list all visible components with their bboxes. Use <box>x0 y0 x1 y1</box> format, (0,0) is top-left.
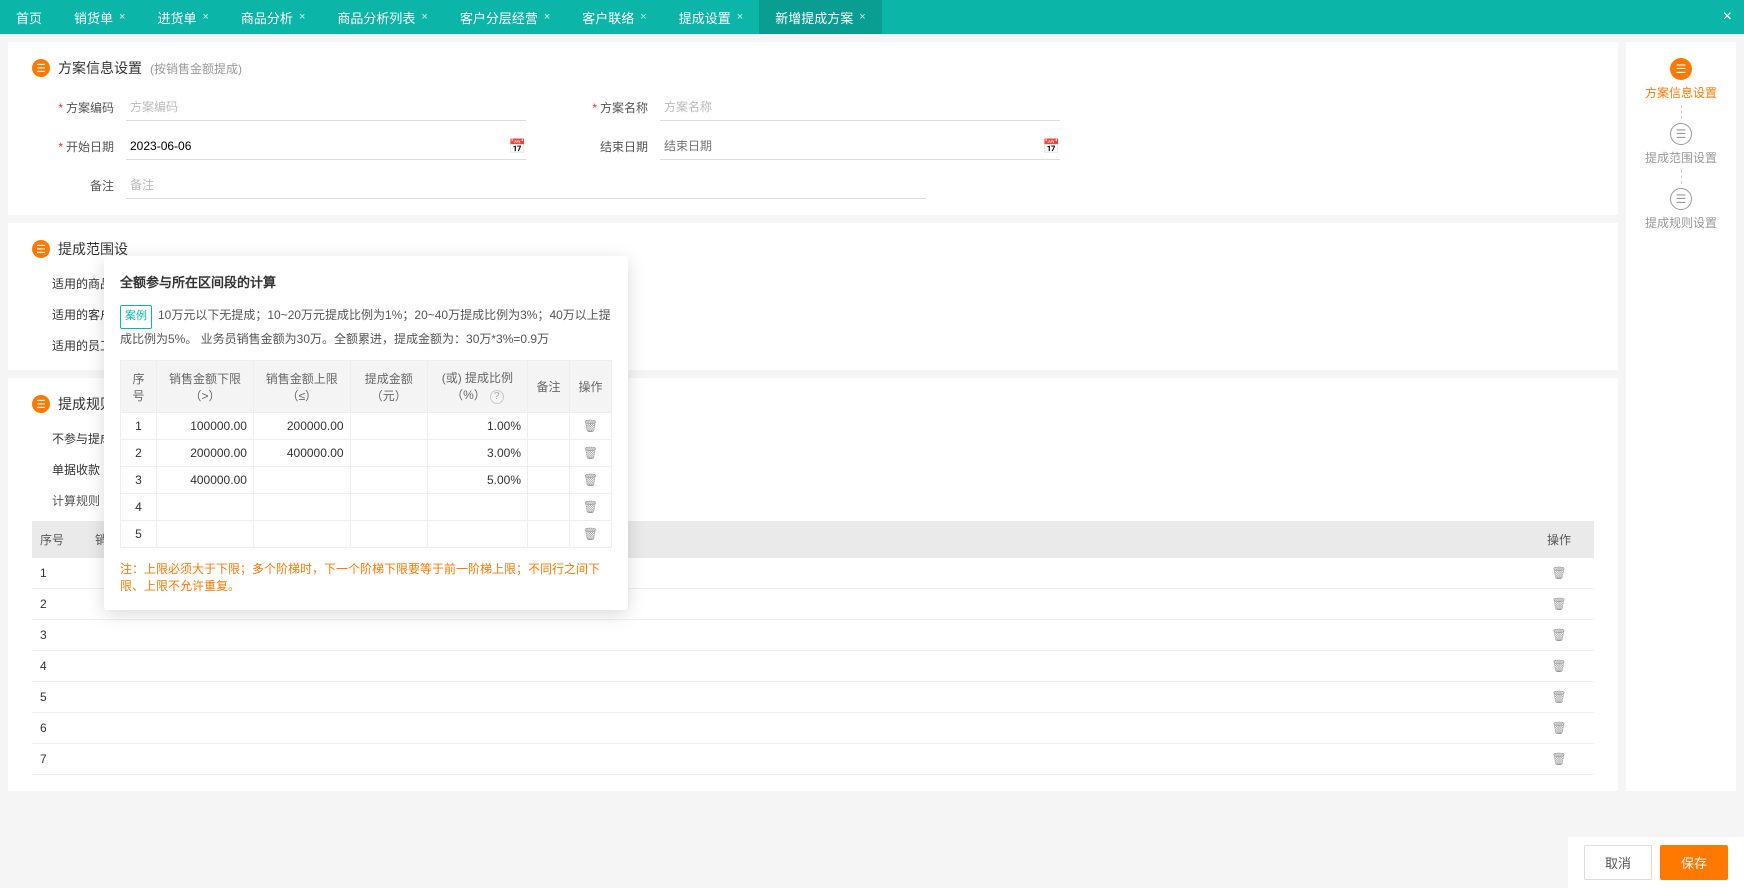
table-row: 4🗑 <box>121 493 612 520</box>
info-icon: ? <box>490 390 504 404</box>
input-end-date[interactable] <box>660 133 1043 159</box>
table-row: 2200000.00400000.003.00%🗑 <box>121 439 612 466</box>
save-button[interactable]: 保存 <box>1660 845 1728 880</box>
tab-home[interactable]: 首页 <box>0 0 58 34</box>
top-tab-bar: 首页 销货单× 进货单× 商品分析× 商品分析列表× 客户分层经营× 客户联络×… <box>0 0 1744 34</box>
delete-icon[interactable]: 🗑 <box>1551 690 1566 704</box>
label-remark: 备注 <box>52 177 114 194</box>
close-icon[interactable]: × <box>737 11 743 23</box>
calendar-icon[interactable]: 📅 <box>1043 138 1060 155</box>
col-remark: 备注 <box>527 521 1524 558</box>
close-icon[interactable]: × <box>299 11 305 23</box>
table-row: 1100000.00200000.001.00%🗑 <box>121 412 612 439</box>
tab-purchase[interactable]: 进货单× <box>141 0 224 34</box>
nav-step-info[interactable]: ☰ 方案信息设置 <box>1645 58 1717 101</box>
table-row[interactable]: 3🗑 <box>32 620 1594 651</box>
tab-product-analysis[interactable]: 商品分析× <box>225 0 321 34</box>
popover-title: 全额参与所在区间段的计算 <box>120 272 612 291</box>
tab-customer-contact[interactable]: 客户联络× <box>566 0 662 34</box>
input-remark[interactable] <box>126 172 926 199</box>
label-end-date: 结束日期 <box>586 138 648 155</box>
nav-icon: ☰ <box>1670 188 1692 210</box>
section-icon: ☰ <box>32 59 50 77</box>
close-icon[interactable]: × <box>640 11 646 23</box>
col-index: 序号 <box>32 521 87 558</box>
table-row[interactable]: 7🗑 <box>32 744 1594 775</box>
close-all-icon[interactable]: × <box>1723 8 1732 26</box>
label-plan-name: *方案名称 <box>586 99 648 116</box>
delete-icon[interactable]: 🗑 <box>1551 752 1566 766</box>
section-icon: ☰ <box>32 395 50 413</box>
table-row[interactable]: 5🗑 <box>32 682 1594 713</box>
nav-step-rules[interactable]: ☰ 提成规则设置 <box>1645 188 1717 231</box>
delete-icon[interactable]: 🗑 <box>1551 659 1566 673</box>
popover-note: 注：上限必须大于下限；多个阶梯时，下一个阶梯下限要等于前一阶梯上限；不同行之间下… <box>120 560 612 594</box>
table-row[interactable]: 4🗑 <box>32 651 1594 682</box>
nav-icon: ☰ <box>1670 58 1692 80</box>
input-plan-name[interactable] <box>660 94 1060 121</box>
section-icon: ☰ <box>32 240 50 258</box>
delete-icon[interactable]: 🗑 <box>1551 721 1566 735</box>
delete-icon[interactable]: 🗑 <box>583 446 598 460</box>
input-plan-code[interactable] <box>126 94 526 121</box>
close-icon[interactable]: × <box>544 11 550 23</box>
label-start-date: *开始日期 <box>52 138 114 155</box>
delete-icon[interactable]: 🗑 <box>583 419 598 433</box>
table-row: 5🗑 <box>121 520 612 547</box>
table-row: 3400000.005.00%🗑 <box>121 466 612 493</box>
label-calc-rule: 计算规则 <box>52 492 100 509</box>
calc-example-popover: 全额参与所在区间段的计算 案例10万元以下无提成；10~20万元提成比例为1%；… <box>104 256 628 610</box>
col-action: 操作 <box>1524 521 1594 558</box>
side-anchor-nav: ☰ 方案信息设置 ☰ 提成范围设置 ☰ 提成规则设置 <box>1626 42 1736 791</box>
delete-icon[interactable]: 🗑 <box>1551 597 1566 611</box>
tab-new-commission[interactable]: 新增提成方案× <box>759 0 881 34</box>
close-icon[interactable]: × <box>859 11 865 23</box>
delete-icon[interactable]: 🗑 <box>583 473 598 487</box>
delete-icon[interactable]: 🗑 <box>583 500 598 514</box>
case-badge: 案例 <box>120 305 152 329</box>
close-icon[interactable]: × <box>421 11 427 23</box>
example-table: 序号 销售金额下限（>） 销售金额上限（≤） 提成金额（元） (或) 提成比例（… <box>120 360 612 548</box>
delete-icon[interactable]: 🗑 <box>1551 566 1566 580</box>
tab-sales[interactable]: 销货单× <box>58 0 141 34</box>
delete-icon[interactable]: 🗑 <box>1551 628 1566 642</box>
nav-step-scope[interactable]: ☰ 提成范围设置 <box>1645 123 1717 166</box>
table-row[interactable]: 6🗑 <box>32 713 1594 744</box>
close-icon[interactable]: × <box>202 11 208 23</box>
footer-actions: 取消 保存 <box>1568 837 1744 888</box>
nav-icon: ☰ <box>1670 123 1692 145</box>
tab-commission[interactable]: 提成设置× <box>663 0 759 34</box>
section-title: 方案信息设置 <box>58 58 142 78</box>
input-start-date[interactable] <box>126 133 509 159</box>
cancel-button[interactable]: 取消 <box>1584 845 1652 880</box>
tab-product-list[interactable]: 商品分析列表× <box>321 0 443 34</box>
popover-description: 案例10万元以下无提成；10~20万元提成比例为1%；20~40万提成比例为3%… <box>120 305 612 350</box>
calendar-icon[interactable]: 📅 <box>509 138 526 155</box>
delete-icon[interactable]: 🗑 <box>583 527 598 541</box>
section-subtitle: (按销售金额提成) <box>150 60 242 77</box>
close-icon[interactable]: × <box>119 11 125 23</box>
section-plan-info: ☰ 方案信息设置 (按销售金额提成) *方案编码 *方案名称 *开始日期 <box>8 42 1618 215</box>
label-plan-code: *方案编码 <box>52 99 114 116</box>
tab-customer-tier[interactable]: 客户分层经营× <box>444 0 566 34</box>
